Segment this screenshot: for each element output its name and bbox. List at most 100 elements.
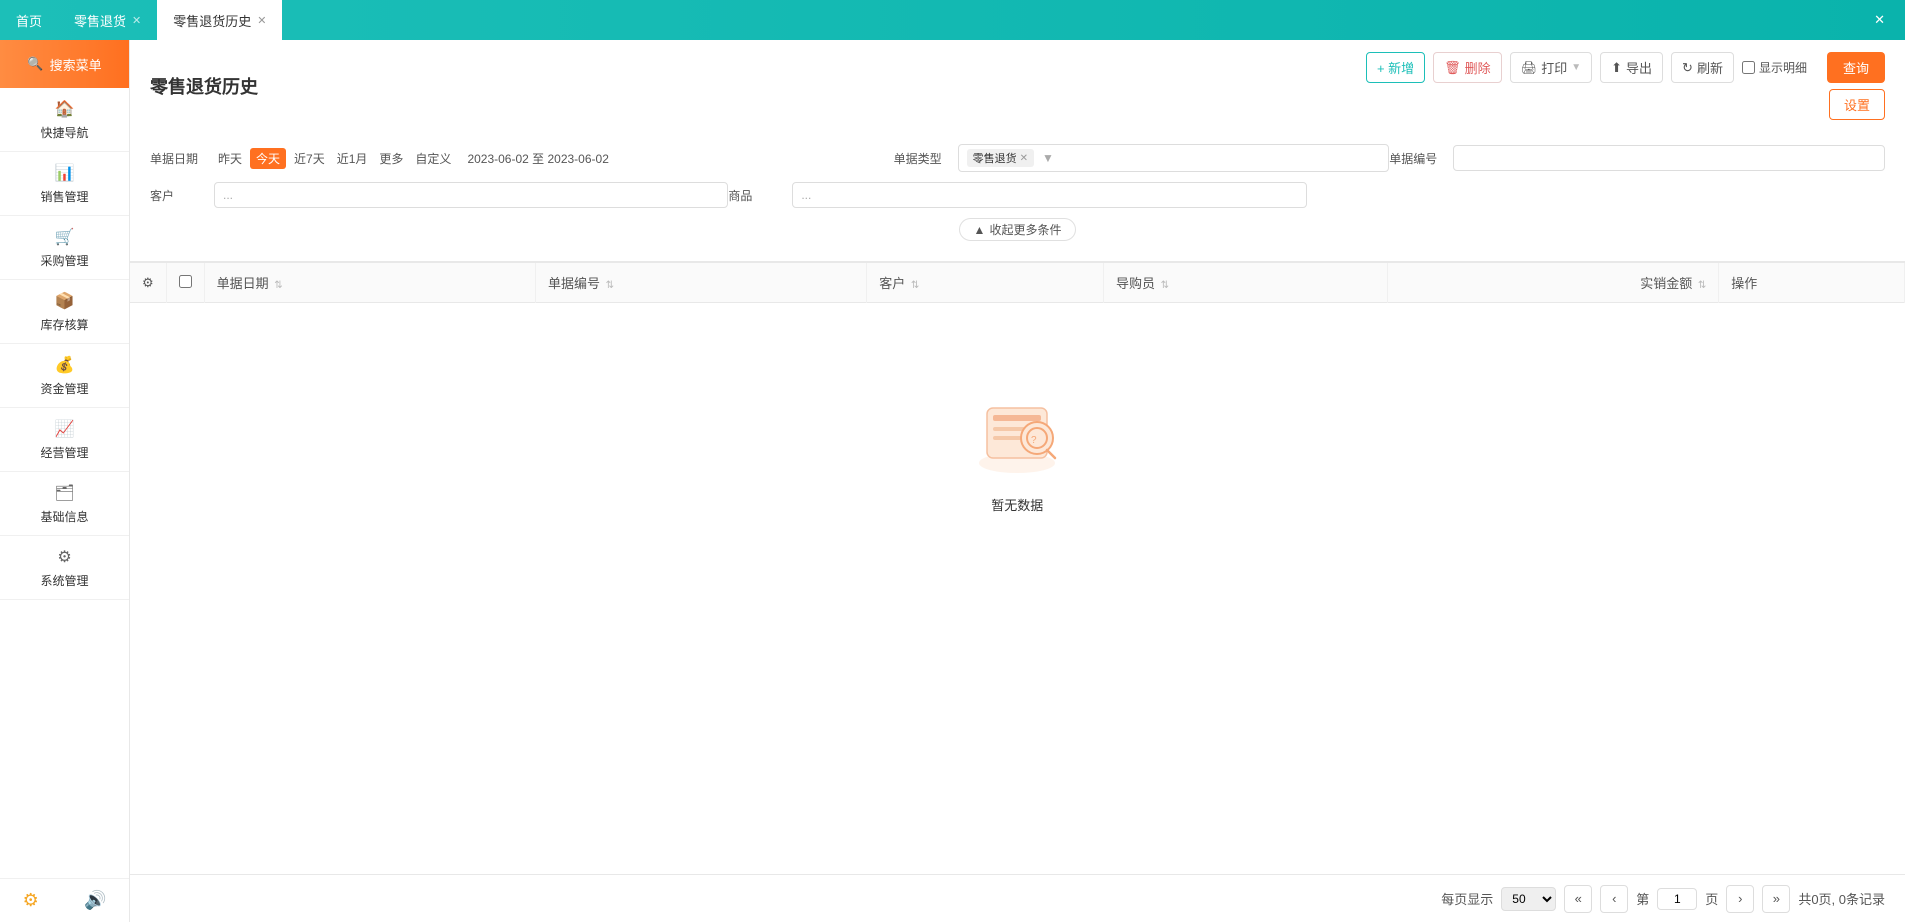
sidebar-item-purchase[interactable]: 🛒 采购管理	[0, 216, 129, 280]
data-table: ⚙ 单据日期 ⇅ 单据编号 ⇅	[130, 263, 1905, 594]
tab-retail-return-label: 零售退货	[74, 11, 126, 30]
sales-icon: 📊	[54, 162, 76, 184]
col-customer[interactable]: 客户 ⇅	[867, 263, 1104, 303]
sort-icon-guide: ⇅	[1161, 280, 1169, 291]
sidebar-item-label-0: 快捷导航	[40, 124, 88, 141]
print-icon: 🖨	[1521, 60, 1538, 76]
page-label: 页	[1705, 889, 1718, 908]
collapse-button[interactable]: ▲ 收起更多条件	[959, 218, 1077, 241]
sidebar-item-basic-info[interactable]: 🗂 基础信息	[0, 472, 129, 536]
page-size-select[interactable]: 50 20 100	[1501, 887, 1556, 911]
settings-bottom-icon[interactable]: ⚙	[23, 890, 39, 911]
date-range-value: 2023-06-02 至 2023-06-02	[467, 150, 608, 167]
type-tag: 零售退货 ✕	[967, 149, 1034, 167]
window-close-btn[interactable]: ✕	[1874, 12, 1905, 28]
voucher-filter: 单据编号	[1389, 145, 1885, 171]
customer-select[interactable]: ...	[214, 182, 728, 208]
page-jump-label: 第	[1636, 889, 1649, 908]
export-button[interactable]: ⬆ 导出	[1600, 52, 1663, 83]
print-button[interactable]: 🖨 打印 ▼	[1510, 52, 1592, 83]
refresh-icon: ↻	[1682, 60, 1693, 76]
sidebar-item-quick-nav[interactable]: 🏠 快捷导航	[0, 88, 129, 152]
purchase-icon: 🛒	[54, 226, 76, 248]
tab-list: 首页 零售退货 ✕ 零售退货历史 ✕	[0, 0, 282, 40]
tab-retail-return[interactable]: 零售退货 ✕	[58, 0, 157, 40]
type-tag-remove[interactable]: ✕	[1020, 153, 1028, 164]
col-actions-label: 操作	[1731, 276, 1757, 291]
content-area: 零售退货历史 + 新增 🗑 删除 🖨 打印 ▼	[130, 40, 1905, 922]
type-filter: 单据类型 零售退货 ✕ ▼	[894, 144, 1390, 172]
col-settings[interactable]: ⚙	[130, 263, 166, 303]
select-all-checkbox[interactable]	[179, 275, 192, 288]
tab-home[interactable]: 首页	[0, 0, 58, 40]
col-amount-label: 实销金额	[1640, 276, 1692, 291]
last-page-btn[interactable]: »	[1762, 885, 1790, 913]
col-guide[interactable]: 导购员 ⇅	[1103, 263, 1387, 303]
filter-row-1: 单据日期 昨天 今天 近7天 近1月 更多 自定义 2023-06-02 至 2…	[150, 144, 1885, 172]
tab-retail-return-close[interactable]: ✕	[132, 14, 141, 27]
col-guide-label: 导购员	[1116, 276, 1155, 291]
page-number-input[interactable]	[1657, 888, 1697, 910]
sidebar-item-finance[interactable]: 💰 资金管理	[0, 344, 129, 408]
tab-retail-return-history[interactable]: 零售退货历史 ✕	[157, 0, 282, 40]
date-opt-1month[interactable]: 近1月	[333, 148, 372, 169]
tab-retail-return-history-label: 零售退货历史	[173, 11, 251, 30]
col-checkbox[interactable]	[166, 263, 204, 303]
tab-retail-return-history-close[interactable]: ✕	[257, 14, 266, 27]
operations-icon: 📈	[54, 418, 76, 440]
sidebar-search[interactable]: 🔍 搜索菜单	[0, 40, 129, 88]
table-area: ⚙ 单据日期 ⇅ 单据编号 ⇅	[130, 262, 1905, 874]
sort-icon-customer: ⇅	[911, 280, 919, 291]
empty-state-icon: ?	[967, 383, 1067, 483]
goods-select[interactable]: ...	[792, 182, 1306, 208]
sidebar-search-label: 搜索菜单	[50, 55, 102, 74]
date-opt-today[interactable]: 今天	[250, 148, 286, 169]
sidebar-item-system[interactable]: ⚙ 系统管理	[0, 536, 129, 600]
goods-placeholder: ...	[801, 188, 811, 202]
svg-text:?: ?	[1031, 435, 1037, 446]
show-detail-label: 显示明细	[1759, 59, 1807, 76]
goods-filter-label: 商品	[728, 187, 784, 204]
show-detail-checkbox[interactable]	[1742, 61, 1755, 74]
voucher-input[interactable]	[1453, 145, 1885, 171]
col-number-label: 单据编号	[548, 276, 600, 291]
audio-icon[interactable]: 🔊	[84, 890, 106, 911]
finance-icon: 💰	[54, 354, 76, 376]
show-detail-checkbox-label[interactable]: 显示明细	[1742, 59, 1807, 76]
footer-pagination: 每页显示 50 20 100 « ‹ 第 页 › » 共0页, 0条记录	[130, 874, 1905, 922]
collapse-up-icon: ▲	[974, 223, 986, 237]
sidebar-item-label-7: 系统管理	[40, 572, 88, 589]
sidebar-item-label-2: 采购管理	[40, 252, 88, 269]
col-amount[interactable]: 实销金额 ⇅	[1387, 263, 1718, 303]
new-button[interactable]: + 新增	[1366, 52, 1425, 83]
prev-page-btn[interactable]: ‹	[1600, 885, 1628, 913]
tab-home-label: 首页	[16, 11, 42, 30]
page-title: 零售退货历史	[150, 73, 258, 99]
date-opt-7days[interactable]: 近7天	[290, 148, 329, 169]
inventory-icon: 📦	[54, 290, 76, 312]
type-select[interactable]: 零售退货 ✕ ▼	[958, 144, 1390, 172]
sidebar-item-sales[interactable]: 📊 销售管理	[0, 152, 129, 216]
col-number[interactable]: 单据编号 ⇅	[535, 263, 866, 303]
col-customer-label: 客户	[879, 276, 905, 291]
sidebar: 🔍 搜索菜单 🏠 快捷导航 📊 销售管理 🛒 采购管理 📦 库存核算 💰 资金管…	[0, 40, 130, 922]
date-opt-more[interactable]: 更多	[375, 148, 407, 169]
sidebar-item-operations[interactable]: 📈 经营管理	[0, 408, 129, 472]
next-page-btn[interactable]: ›	[1726, 885, 1754, 913]
refresh-button[interactable]: ↻ 刷新	[1671, 52, 1734, 83]
sidebar-item-inventory[interactable]: 📦 库存核算	[0, 280, 129, 344]
delete-button[interactable]: 🗑 删除	[1433, 52, 1502, 83]
date-filter: 单据日期 昨天 今天 近7天 近1月 更多 自定义 2023-06-02 至 2…	[150, 148, 894, 169]
first-page-btn[interactable]: «	[1564, 885, 1592, 913]
filter-area: 单据日期 昨天 今天 近7天 近1月 更多 自定义 2023-06-02 至 2…	[150, 132, 1885, 261]
filter-row-2: 客户 ... 商品 ...	[150, 182, 1885, 208]
col-date[interactable]: 单据日期 ⇅	[204, 263, 535, 303]
date-opt-yesterday[interactable]: 昨天	[214, 148, 246, 169]
home-icon: 🏠	[54, 98, 76, 120]
date-opt-custom[interactable]: 自定义	[411, 148, 455, 169]
system-icon: ⚙	[54, 546, 76, 568]
table-body: ? 暂无数据	[130, 303, 1905, 595]
empty-text: 暂无数据	[991, 495, 1043, 514]
settings-button[interactable]: 设置	[1829, 89, 1885, 120]
query-button[interactable]: 查询	[1827, 52, 1885, 83]
